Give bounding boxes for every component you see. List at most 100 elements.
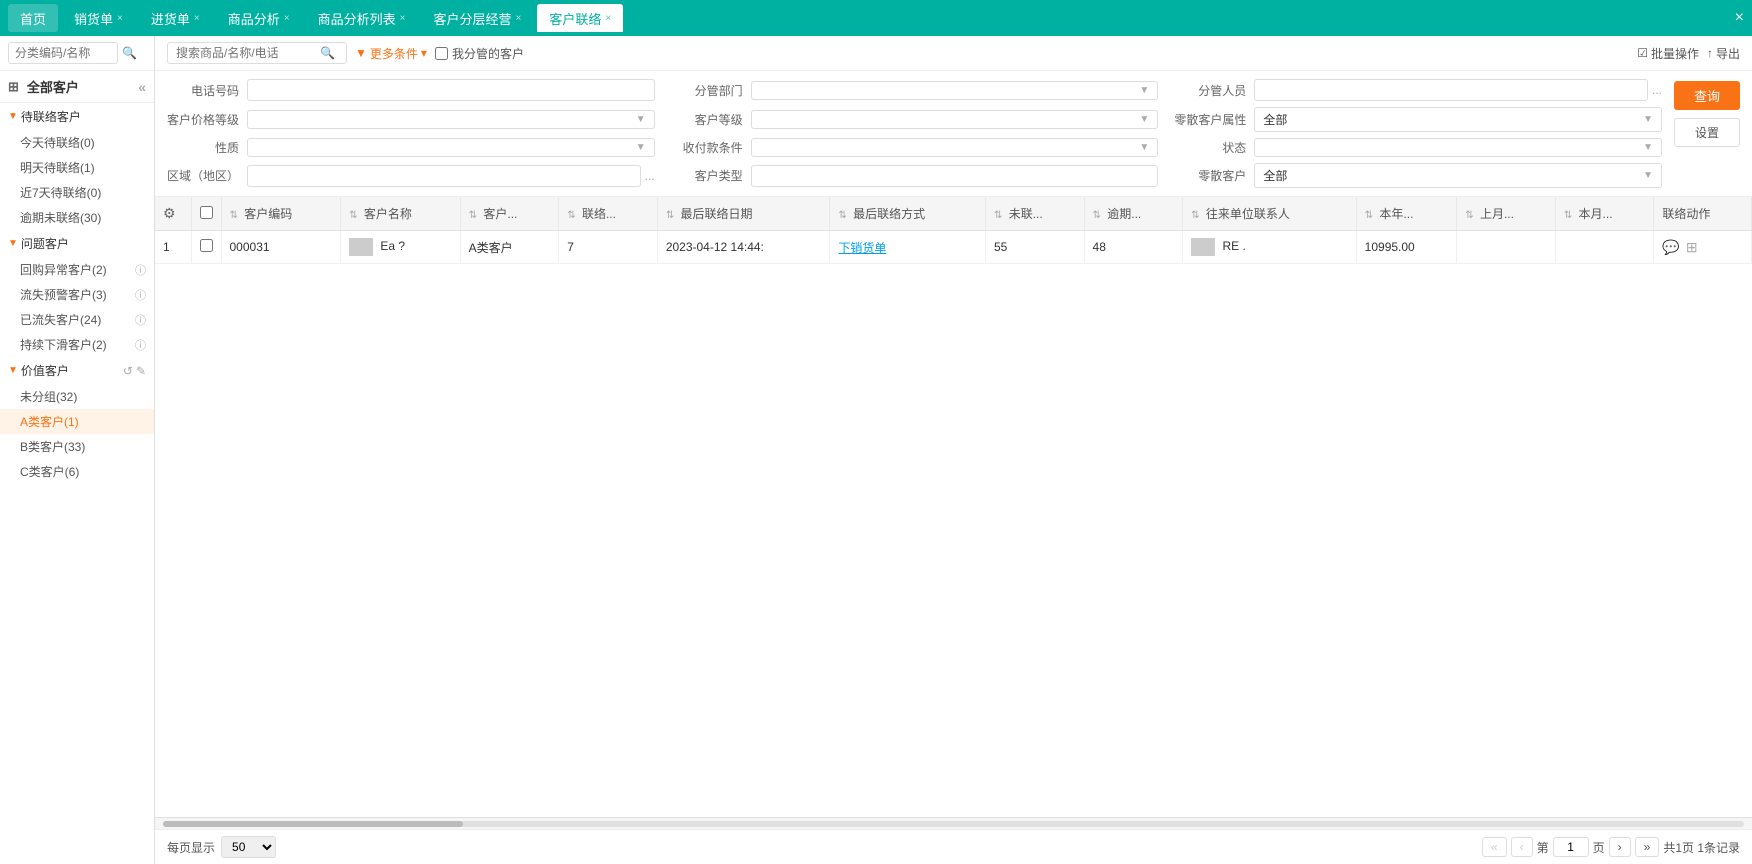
status-select[interactable]: ▼ [1254, 138, 1662, 157]
col-resizer-overdue[interactable] [1178, 197, 1182, 230]
grid-action-icon[interactable]: ⊞ [1686, 239, 1698, 256]
grid-icon: ⊞ [8, 79, 19, 95]
col-overdue-header: ⇅ 逾期... [1084, 197, 1183, 231]
sidebar-item-b-class[interactable]: B类客户(33) [0, 434, 154, 459]
sort-icon-name: ⇅ [349, 210, 357, 221]
refresh-icon[interactable]: ↺ [123, 364, 133, 378]
last-page-button[interactable]: » [1635, 837, 1660, 857]
prev-page-button[interactable]: ‹ [1511, 837, 1533, 857]
select-all-checkbox[interactable] [200, 206, 213, 219]
filter-search-icon[interactable]: 🔍 [320, 46, 335, 60]
dept-select[interactable]: ▼ [751, 81, 1159, 100]
sidebar-item-tomorrow-contact[interactable]: 明天待联络(1) [0, 155, 154, 180]
cell-type: A类客户 [460, 231, 559, 264]
tab-home[interactable]: 首页 [8, 4, 58, 32]
sidebar-item-today-contact[interactable]: 今天待联络(0) [0, 130, 154, 155]
advanced-filter-panel: 电话号码 分管部门 ▼ 分管人员 [155, 71, 1752, 197]
batch-operations-button[interactable]: ☑ 批量操作 [1637, 45, 1699, 62]
edit-icon[interactable]: ✎ [136, 364, 146, 378]
tab-home-label: 首页 [20, 9, 46, 28]
sidebar-item-7day-contact[interactable]: 近7天待联络(0) [0, 180, 154, 205]
sidebar-item-overdue-contact[interactable]: 逾期未联络(30) [0, 205, 154, 230]
row-action-buttons: 💬 ⊞ [1662, 239, 1743, 256]
filter-search-input[interactable] [176, 46, 316, 60]
tab-product-analysis-list-close[interactable]: × [400, 13, 406, 24]
col-resizer-contact[interactable] [653, 197, 657, 230]
sidebar-search-icon[interactable]: 🔍 [122, 46, 137, 60]
customer-type-input[interactable] [751, 165, 1159, 187]
region-dots-icon[interactable]: ... [645, 169, 655, 183]
tab-purchase[interactable]: 进货单 × [139, 4, 212, 32]
more-filters-button[interactable]: ▼ 更多条件 ▾ [355, 45, 427, 62]
col-resizer-last-date[interactable] [825, 197, 829, 230]
sidebar-item-c-class[interactable]: C类客户(6) [0, 459, 154, 484]
sidebar-item-a-class[interactable]: A类客户(1) [0, 409, 154, 434]
payment-arrow-icon: ▼ [1139, 142, 1149, 153]
scrollbar-thumb[interactable] [163, 821, 463, 827]
tab-customer-contact-close[interactable]: × [605, 13, 611, 24]
sidebar-section-pending[interactable]: ▼ 待联络客户 [0, 103, 154, 130]
col-resizer-not-contacted[interactable] [1080, 197, 1084, 230]
phone-input[interactable] [247, 79, 655, 101]
nature-select[interactable]: ▼ [247, 138, 655, 157]
col-resizer-last-method[interactable] [981, 197, 985, 230]
sidebar-section-problem[interactable]: ▼ 问题客户 [0, 230, 154, 257]
last-method-link[interactable]: 下销货单 [838, 241, 886, 255]
chat-action-icon[interactable]: 💬 [1662, 239, 1679, 256]
tab-sales-close[interactable]: × [117, 13, 123, 24]
tab-product-analysis-list[interactable]: 商品分析列表 × [306, 4, 418, 32]
settings-gear-icon[interactable]: ⚙ [163, 205, 176, 221]
customer-grade-arrow-icon: ▼ [1139, 114, 1149, 125]
settings-button[interactable]: 设置 [1674, 118, 1740, 147]
retail-attr-select[interactable]: 全部 ▼ [1254, 107, 1662, 132]
content-area: 🔍 ▼ 更多条件 ▾ 我分管的客户 ☑ 批量操作 ↑ 导出 [155, 36, 1752, 864]
page-input[interactable] [1553, 837, 1589, 857]
col-last-method-header: ⇅ 最后联络方式 [830, 197, 986, 231]
sidebar-collapse-icon[interactable]: « [138, 79, 146, 95]
sidebar-all-customers-header[interactable]: ⊞ 全部客户 « [0, 71, 154, 103]
tab-product-analysis-close[interactable]: × [284, 13, 290, 24]
first-page-button[interactable]: « [1482, 837, 1507, 857]
col-name-header: ⇅ 客户名称 [341, 197, 461, 231]
my-customers-checkbox[interactable]: 我分管的客户 [435, 45, 524, 62]
customer-grade-select[interactable]: ▼ [751, 110, 1159, 129]
export-button[interactable]: ↑ 导出 [1707, 45, 1740, 62]
col-resizer-this-month[interactable] [1649, 197, 1653, 230]
payment-select[interactable]: ▼ [751, 138, 1159, 157]
query-button[interactable]: 查询 [1674, 81, 1740, 110]
sidebar-item-churned[interactable]: 已流失客户(24) ⓘ [0, 307, 154, 332]
region-input[interactable] [247, 165, 641, 187]
total-records-label: 共1页 1条记录 [1663, 839, 1740, 856]
page-size-select[interactable]: 50 10 20 100 [221, 836, 276, 858]
cell-code: 000031 [221, 231, 341, 264]
my-customers-check[interactable] [435, 47, 448, 60]
person-input[interactable] [1254, 79, 1648, 101]
price-grade-select[interactable]: ▼ [247, 110, 655, 129]
sidebar-item-churn-warning[interactable]: 流失预警客户(3) ⓘ [0, 282, 154, 307]
sidebar-item-ungroup[interactable]: 未分组(32) [0, 384, 154, 409]
col-resizer-name[interactable] [456, 197, 460, 230]
tab-purchase-close[interactable]: × [194, 13, 200, 24]
col-resizer-type[interactable] [554, 197, 558, 230]
info-icon-declining: ⓘ [135, 337, 146, 353]
tab-sales[interactable]: 销货单 × [62, 4, 135, 32]
cell-visit-contact: RE . [1183, 231, 1357, 264]
retail-customer-select[interactable]: 全部 ▼ [1254, 163, 1662, 188]
tab-customer-segment-close[interactable]: × [515, 13, 521, 24]
col-resizer-code[interactable] [336, 197, 340, 230]
sidebar-item-declining[interactable]: 持续下滑客户(2) ⓘ [0, 332, 154, 357]
col-resizer-this-year[interactable] [1452, 197, 1456, 230]
phone-label: 电话号码 [167, 82, 247, 99]
person-dots-icon[interactable]: ... [1652, 83, 1662, 97]
tab-customer-contact[interactable]: 客户联络 × [537, 4, 623, 32]
tab-product-analysis[interactable]: 商品分析 × [216, 4, 302, 32]
sidebar-section-value[interactable]: ▼ 价值客户 ↺ ✎ [0, 357, 154, 384]
tab-customer-segment[interactable]: 客户分层经营 × [421, 4, 533, 32]
col-resizer-last-month[interactable] [1551, 197, 1555, 230]
sidebar-search-input[interactable] [8, 42, 118, 64]
close-all-tabs[interactable]: × [1735, 9, 1744, 27]
sidebar-item-repurchase-abnormal[interactable]: 回购异常客户(2) ⓘ [0, 257, 154, 282]
col-resizer-visit-contact[interactable] [1352, 197, 1356, 230]
next-page-button[interactable]: › [1609, 837, 1631, 857]
row-checkbox[interactable] [200, 239, 213, 252]
